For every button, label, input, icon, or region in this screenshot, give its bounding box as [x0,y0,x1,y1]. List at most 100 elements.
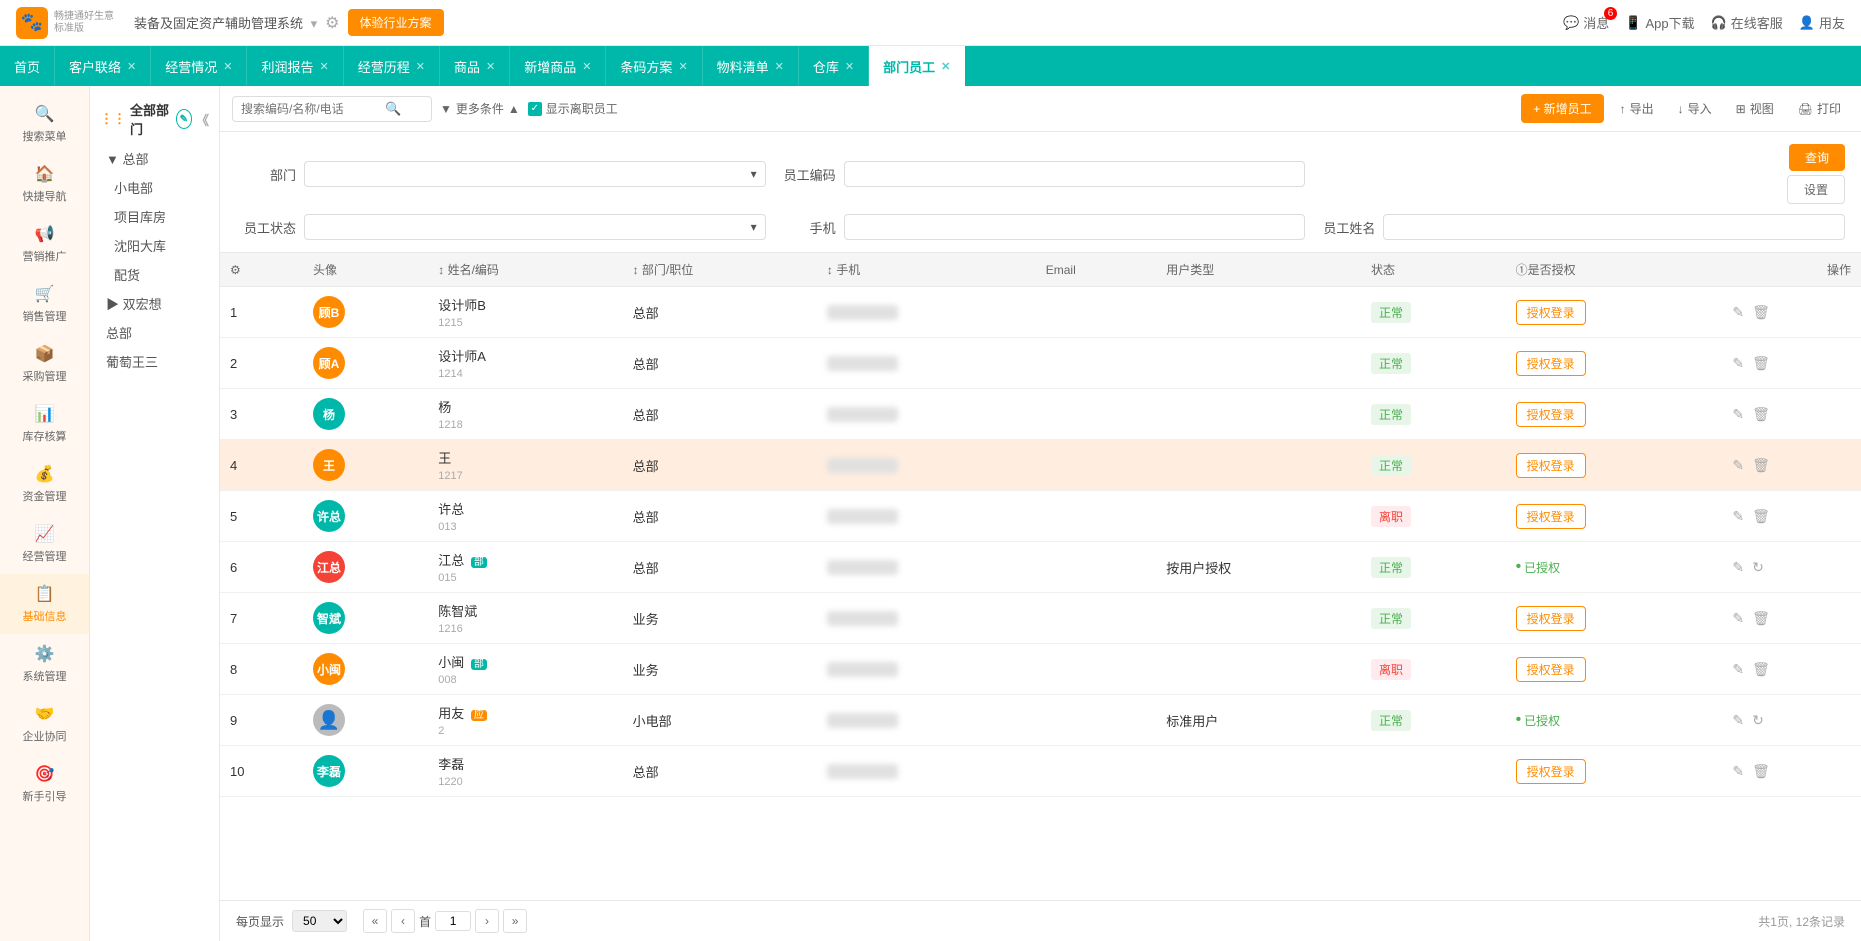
collapse-icon[interactable]: 《 [196,110,209,129]
dept-item-shenyang[interactable]: 沈阳大库 [90,231,219,260]
auth-login-button[interactable]: 授权登录 [1516,300,1586,325]
sidebar-item-cooperation[interactable]: 🤝 企业协同 [0,694,89,754]
nav-tab-customer[interactable]: 客户联络✕ [55,46,151,86]
dept-item-distribution[interactable]: 配货 [90,260,219,289]
import-button[interactable]: ↓ 导入 [1670,96,1720,121]
next-page-button[interactable]: › [475,909,499,933]
sidebar-item-basic-info[interactable]: 📋 基础信息 [0,574,89,634]
edit-icon[interactable]: ✎ [1732,661,1744,678]
edit-icon[interactable]: ✎ [1732,406,1744,423]
nav-tab-add-goods[interactable]: 新增商品✕ [510,46,606,86]
col-settings[interactable]: ⚙ [220,253,303,287]
dept-item-project[interactable]: 项目库房 [90,202,219,231]
sidebar-item-sales[interactable]: 🛒 销售管理 [0,274,89,334]
per-page-select[interactable]: 50 100 200 [292,910,347,932]
close-icon[interactable]: ✕ [678,60,687,73]
online-service-button[interactable]: 🎧 在线客服 [1711,13,1783,32]
first-page-button[interactable]: « [363,909,387,933]
filter-button[interactable]: ▼ 更多条件 ▲ [440,100,520,117]
edit-icon[interactable]: ✎ [1732,355,1744,372]
sidebar-item-guide[interactable]: 🎯 新手引导 [0,754,89,814]
phone-input[interactable] [844,214,1306,240]
nav-tab-history[interactable]: 经营历程✕ [344,46,440,86]
dept-item-xiao-dian[interactable]: 小电部 [90,173,219,202]
delete-icon[interactable]: 🗑 [1752,457,1770,474]
search-input[interactable] [241,102,381,116]
refresh-icon[interactable]: ↻ [1752,559,1764,576]
dept-edit-icon[interactable]: ✎ [176,109,192,129]
edit-icon[interactable]: ✎ [1732,559,1744,576]
nav-tab-operations[interactable]: 经营情况✕ [151,46,247,86]
emp-status-select[interactable]: ▾ [304,214,766,240]
delete-icon[interactable]: 🗑 [1752,304,1770,321]
auth-login-button[interactable]: 授权登录 [1516,453,1586,478]
nav-tab-goods[interactable]: 商品✕ [440,46,510,86]
prev-page-button[interactable]: ‹ [391,909,415,933]
refresh-icon[interactable]: ↻ [1752,712,1764,729]
emp-code-input[interactable] [844,161,1306,187]
sidebar-item-system[interactable]: ⚙️ 系统管理 [0,634,89,694]
show-resign-toggle[interactable]: ✓ 显示离职员工 [528,100,618,117]
dept-item-zong-bu[interactable]: 总部 [90,318,219,347]
close-icon[interactable]: ✕ [127,60,136,73]
col-phone[interactable]: ↕ 手机 [817,253,1036,287]
sidebar-item-purchase[interactable]: 📦 采购管理 [0,334,89,394]
nav-tab-profit[interactable]: 利润报告✕ [247,46,343,86]
close-icon[interactable]: ✕ [845,60,854,73]
close-icon[interactable]: ✕ [416,60,425,73]
auth-login-button[interactable]: 授权登录 [1516,351,1586,376]
emp-name-input[interactable] [1383,214,1845,240]
sidebar-item-search[interactable]: 🔍 搜索菜单 [0,94,89,154]
setting-button[interactable]: 设置 [1787,175,1845,204]
delete-icon[interactable]: 🗑 [1752,355,1770,372]
nav-tab-warehouse[interactable]: 仓库✕ [799,46,869,86]
delete-icon[interactable]: 🗑 [1752,763,1770,780]
sidebar-item-finance[interactable]: 💰 资金管理 [0,454,89,514]
close-icon[interactable]: ✕ [582,60,591,73]
edit-icon[interactable]: ✎ [1732,610,1744,627]
close-icon[interactable]: ✕ [775,60,784,73]
delete-icon[interactable]: 🗑 [1752,661,1770,678]
nav-tab-bom[interactable]: 物料清单✕ [703,46,799,86]
dept-item-headquarters[interactable]: ▼ 总部 [90,144,219,173]
auth-login-button[interactable]: 授权登录 [1516,657,1586,682]
nav-tab-barcode[interactable]: 条码方案✕ [606,46,702,86]
page-number-input[interactable] [435,911,471,931]
edit-icon[interactable]: ✎ [1732,508,1744,525]
edit-icon[interactable]: ✎ [1732,304,1744,321]
dept-item-shuang-yuan[interactable]: ▶ 双宏想 [90,289,219,318]
edit-icon[interactable]: ✎ [1732,763,1744,780]
nav-tab-employee[interactable]: 部门员工✕ [869,46,965,86]
delete-icon[interactable]: 🗑 [1752,610,1770,627]
print-button[interactable]: 🖨 打印 [1790,96,1849,121]
close-icon[interactable]: ✕ [223,60,232,73]
app-download-button[interactable]: 📱 App下载 [1625,13,1694,32]
col-dept[interactable]: ↕ 部门/职位 [623,253,817,287]
sidebar-item-operations[interactable]: 📈 经营管理 [0,514,89,574]
auth-login-button[interactable]: 授权登录 [1516,402,1586,427]
messages-button[interactable]: 💬 消息 6 [1563,13,1609,32]
search-button[interactable]: 查询 [1789,144,1845,171]
settings-icon[interactable]: ⚙ [325,13,339,33]
sidebar-item-marketing[interactable]: 📢 营销推广 [0,214,89,274]
nav-tab-home[interactable]: 首页 [0,46,55,86]
auth-login-button[interactable]: 授权登录 [1516,759,1586,784]
trial-button[interactable]: 体验行业方案 [348,9,444,36]
sidebar-item-quick-nav[interactable]: 🏠 快捷导航 [0,154,89,214]
dept-select[interactable]: ▾ [304,161,766,187]
export-button[interactable]: ↑ 导出 [1612,96,1662,121]
sidebar-item-inventory[interactable]: 📊 库存核算 [0,394,89,454]
delete-icon[interactable]: 🗑 [1752,406,1770,423]
last-page-button[interactable]: » [503,909,527,933]
add-employee-button[interactable]: + 新增员工 [1521,94,1603,123]
auth-login-button[interactable]: 授权登录 [1516,606,1586,631]
user-menu-button[interactable]: 👤 用友 [1799,13,1845,32]
edit-icon[interactable]: ✎ [1732,712,1744,729]
auth-login-button[interactable]: 授权登录 [1516,504,1586,529]
view-button[interactable]: ⊞ 视图 [1728,96,1782,121]
delete-icon[interactable]: 🗑 [1752,508,1770,525]
col-name[interactable]: ↕ 姓名/编码 [428,253,622,287]
dept-item-puti-wang[interactable]: 葡萄王三 [90,347,219,376]
edit-icon[interactable]: ✎ [1732,457,1744,474]
close-icon[interactable]: ✕ [320,60,329,73]
